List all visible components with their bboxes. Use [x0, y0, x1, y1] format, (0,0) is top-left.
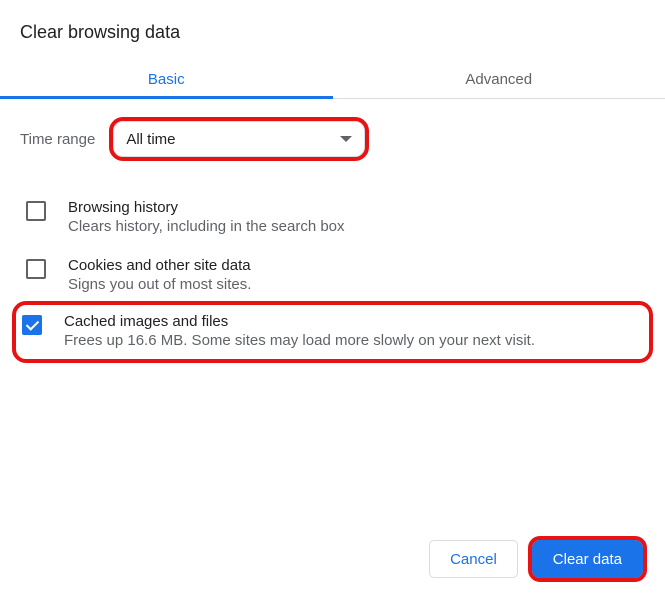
checkbox-browsing-history[interactable] — [26, 201, 46, 221]
time-range-row: Time range All time — [20, 121, 645, 157]
option-title: Browsing history — [68, 199, 639, 216]
time-range-select[interactable]: All time — [113, 121, 365, 157]
options-list: Browsing history Clears history, includi… — [20, 189, 645, 359]
time-range-selected-value: All time — [126, 131, 175, 148]
option-cached-images: Cached images and files Frees up 16.6 MB… — [16, 305, 649, 359]
dialog-footer: Cancel Clear data — [429, 540, 643, 578]
clear-data-button[interactable]: Clear data — [532, 540, 643, 578]
cancel-button[interactable]: Cancel — [429, 540, 518, 578]
option-body: Cookies and other site data Signs you ou… — [68, 257, 639, 293]
option-title: Cookies and other site data — [68, 257, 639, 274]
option-desc: Signs you out of most sites. — [68, 276, 639, 293]
option-title: Cached images and files — [64, 313, 641, 330]
option-body: Browsing history Clears history, includi… — [68, 199, 639, 235]
dialog-title: Clear browsing data — [0, 0, 665, 61]
time-range-label: Time range — [20, 131, 95, 148]
chevron-down-icon — [340, 136, 352, 142]
option-browsing-history: Browsing history Clears history, includi… — [20, 189, 645, 247]
checkbox-cached-images[interactable] — [22, 315, 42, 335]
tab-content-basic: Time range All time Browsing history Cle… — [0, 99, 665, 359]
tab-basic[interactable]: Basic — [0, 61, 333, 98]
option-desc: Clears history, including in the search … — [68, 218, 639, 235]
option-cookies: Cookies and other site data Signs you ou… — [20, 247, 645, 305]
checkbox-cookies[interactable] — [26, 259, 46, 279]
option-body: Cached images and files Frees up 16.6 MB… — [64, 313, 641, 349]
tabs: Basic Advanced — [0, 61, 665, 99]
tab-advanced[interactable]: Advanced — [333, 61, 665, 98]
option-desc: Frees up 16.6 MB. Some sites may load mo… — [64, 332, 641, 349]
